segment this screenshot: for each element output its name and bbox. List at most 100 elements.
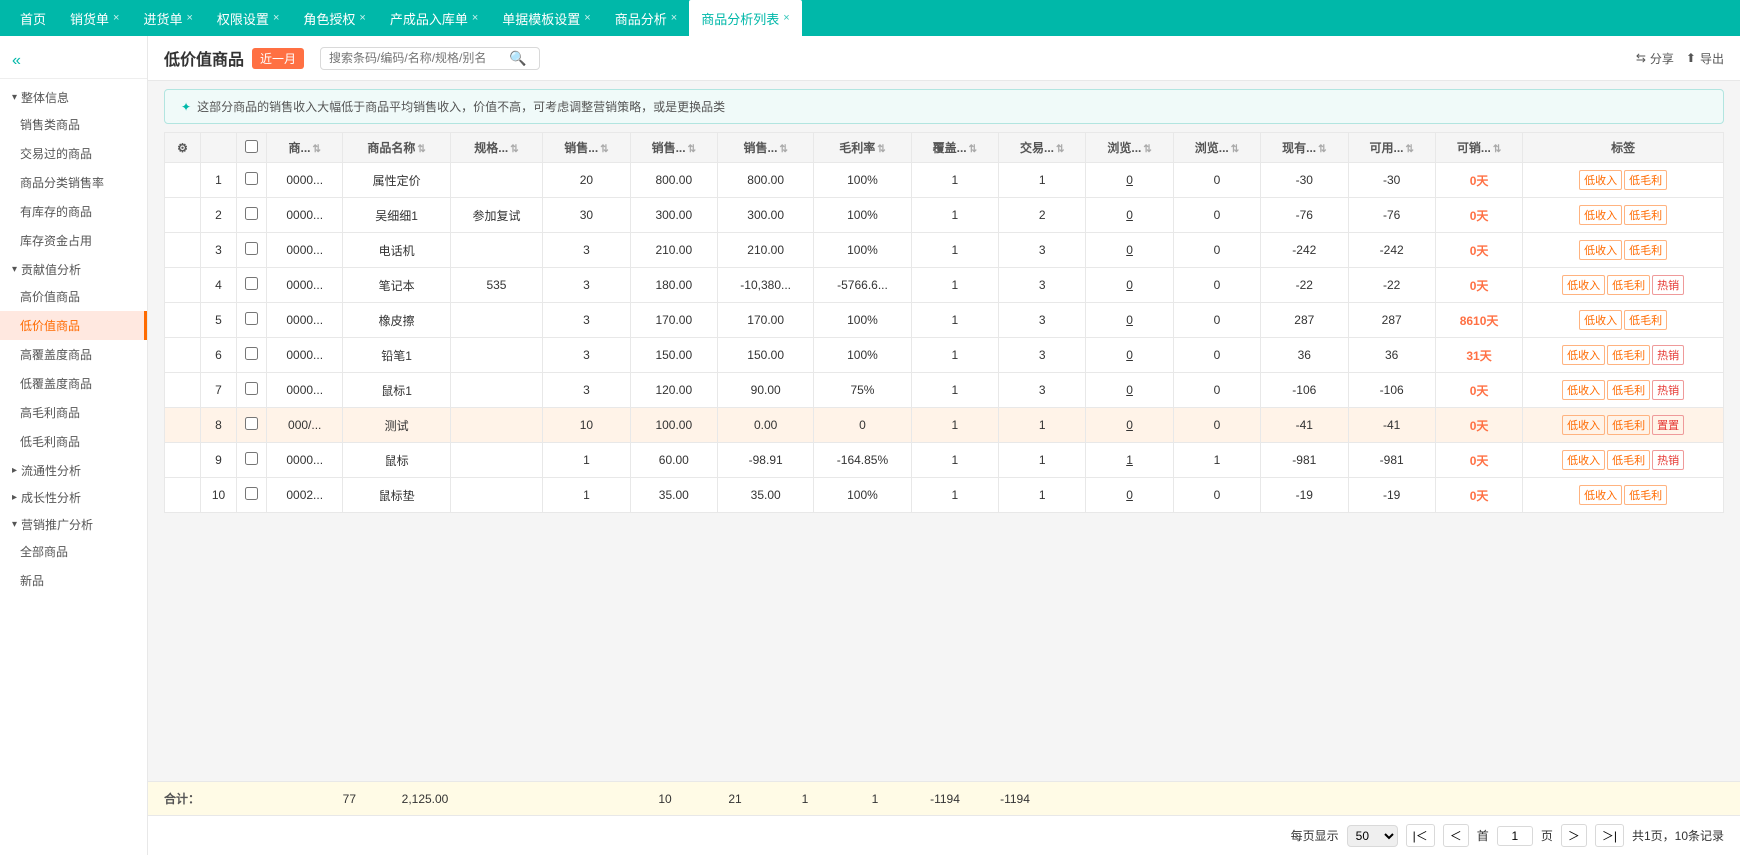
th-sales-qty[interactable]: 销售...⇅ xyxy=(543,133,630,163)
pv1-link[interactable]: 0 xyxy=(1126,278,1133,292)
sidebar-group-contribution[interactable]: ▾ 贡献值分析 xyxy=(0,255,147,282)
sort-icon-trans: ⇅ xyxy=(1056,144,1064,155)
row-checkbox[interactable] xyxy=(245,487,258,500)
row-checkbox[interactable] xyxy=(245,207,258,220)
sidebar-item-category-rate[interactable]: 商品分类销售率 xyxy=(0,168,147,197)
sidebar-group-liquidity[interactable]: ▸ 流通性分析 xyxy=(0,456,147,483)
filter-btn[interactable]: 近一月 xyxy=(252,48,304,69)
sidebar-item-all-goods[interactable]: 全部商品 xyxy=(0,537,147,566)
td-gross-rate: 100% xyxy=(814,338,911,373)
nav-analysis-list-close[interactable]: × xyxy=(783,12,789,24)
th-code[interactable]: 商...⇅ xyxy=(267,133,343,163)
nav-purchase-close[interactable]: × xyxy=(186,12,192,24)
pv1-link[interactable]: 0 xyxy=(1126,348,1133,362)
th-pv1[interactable]: 浏览...⇅ xyxy=(1086,133,1173,163)
sidebar-item-high-margin[interactable]: 高毛利商品 xyxy=(0,398,147,427)
table-row: 9 0000... 鼠标 1 60.00 -98.91 -164.85% 1 1… xyxy=(165,443,1724,478)
next-page-btn[interactable]: ＞ xyxy=(1561,824,1587,847)
nav-purchase[interactable]: 进货单× xyxy=(131,0,204,36)
nav-sales[interactable]: 销货单× xyxy=(58,0,131,36)
sidebar-item-stock-goods[interactable]: 有库存的商品 xyxy=(0,197,147,226)
settings-icon: ⚙ xyxy=(177,141,188,155)
page-number-input[interactable] xyxy=(1497,826,1533,846)
pv1-link[interactable]: 1 xyxy=(1126,453,1133,467)
nav-template[interactable]: 单据模板设置× xyxy=(490,0,602,36)
td-avail: -981 xyxy=(1348,443,1435,478)
pv1-link[interactable]: 0 xyxy=(1126,173,1133,187)
nav-perm-close[interactable]: × xyxy=(273,12,279,24)
pv1-link[interactable]: 0 xyxy=(1126,383,1133,397)
td-sales-amt: 210.00 xyxy=(630,233,717,268)
th-settings[interactable]: ⚙ xyxy=(165,133,201,163)
table-footer: 合计： 77 2,125.00 10 21 1 1 -1194 -1194 xyxy=(148,781,1740,815)
page-size-select[interactable]: 50 100 200 xyxy=(1347,825,1398,847)
select-all-checkbox[interactable] xyxy=(245,140,258,153)
nav-home[interactable]: 首页 xyxy=(8,0,58,36)
th-sales-price[interactable]: 销售...⇅ xyxy=(717,133,813,163)
share-btn[interactable]: ⇆ 分享 xyxy=(1636,50,1674,67)
row-checkbox[interactable] xyxy=(245,452,258,465)
sidebar-group-overall[interactable]: ▾ 整体信息 xyxy=(0,83,147,110)
sidebar-item-low-margin[interactable]: 低毛利商品 xyxy=(0,427,147,456)
pv1-link[interactable]: 0 xyxy=(1126,208,1133,222)
th-coverage[interactable]: 覆盖...⇅ xyxy=(911,133,998,163)
nav-role[interactable]: 角色授权× xyxy=(291,0,377,36)
search-icon[interactable]: 🔍 xyxy=(509,50,526,67)
th-pv2[interactable]: 浏览...⇅ xyxy=(1173,133,1260,163)
pv1-link[interactable]: 0 xyxy=(1126,243,1133,257)
pv1-link[interactable]: 0 xyxy=(1126,488,1133,502)
sidebar-group-growth[interactable]: ▸ 成长性分析 xyxy=(0,483,147,510)
search-input[interactable] xyxy=(329,51,509,65)
th-trans[interactable]: 交易...⇅ xyxy=(999,133,1086,163)
th-saleable[interactable]: 可销...⇅ xyxy=(1435,133,1522,163)
th-stock[interactable]: 现有...⇅ xyxy=(1261,133,1348,163)
sidebar-item-high-value[interactable]: 高价值商品 xyxy=(0,282,147,311)
th-tags: 标签 xyxy=(1523,133,1724,163)
table-row: 1 0000... 属性定价 20 800.00 800.00 100% 1 1… xyxy=(165,163,1724,198)
row-checkbox[interactable] xyxy=(245,417,258,430)
pv1-link[interactable]: 0 xyxy=(1126,418,1133,432)
last-page-btn[interactable]: ＞| xyxy=(1595,824,1624,847)
sidebar-item-capital[interactable]: 库存资金占用 xyxy=(0,226,147,255)
nav-product-close[interactable]: × xyxy=(472,12,478,24)
nav-perm[interactable]: 权限设置× xyxy=(205,0,291,36)
nav-analysis[interactable]: 商品分析× xyxy=(603,0,689,36)
th-name[interactable]: 商品名称⇅ xyxy=(343,133,450,163)
sidebar-item-new-goods[interactable]: 新品 xyxy=(0,566,147,595)
export-btn[interactable]: ⬆ 导出 xyxy=(1686,50,1724,67)
tag: 置置 xyxy=(1652,415,1684,435)
row-checkbox[interactable] xyxy=(245,242,258,255)
th-gross-rate[interactable]: 毛利率⇅ xyxy=(814,133,911,163)
th-avail[interactable]: 可用...⇅ xyxy=(1348,133,1435,163)
row-checkbox[interactable] xyxy=(245,312,258,325)
nav-sales-close[interactable]: × xyxy=(113,12,119,24)
first-page-btn[interactable]: |＜ xyxy=(1406,824,1435,847)
td-sales-price: 800.00 xyxy=(717,163,813,198)
row-checkbox[interactable] xyxy=(245,382,258,395)
footer-label: 合计： xyxy=(164,790,224,807)
nav-product[interactable]: 产成品入库单× xyxy=(378,0,490,36)
pv1-link[interactable]: 0 xyxy=(1126,313,1133,327)
nav-template-close[interactable]: × xyxy=(584,12,590,24)
sidebar-item-low-value[interactable]: 低价值商品 xyxy=(0,311,147,340)
row-checkbox[interactable] xyxy=(245,347,258,360)
sidebar-item-sales-goods[interactable]: 销售类商品 xyxy=(0,110,147,139)
sidebar-item-high-coverage[interactable]: 高覆盖度商品 xyxy=(0,340,147,369)
sidebar-collapse-btn[interactable]: « xyxy=(8,48,25,74)
prev-page-btn[interactable]: ＜ xyxy=(1443,824,1469,847)
nav-analysis-list[interactable]: 商品分析列表× xyxy=(689,0,801,36)
td-pv2: 1 xyxy=(1173,443,1260,478)
nav-role-close[interactable]: × xyxy=(359,12,365,24)
sidebar-group-marketing[interactable]: ▾ 营销推广分析 xyxy=(0,510,147,537)
sidebar-item-low-coverage[interactable]: 低覆盖度商品 xyxy=(0,369,147,398)
sidebar-item-traded[interactable]: 交易过的商品 xyxy=(0,139,147,168)
nav-analysis-close[interactable]: × xyxy=(671,12,677,24)
row-checkbox[interactable] xyxy=(245,277,258,290)
th-spec[interactable]: 规格...⇅ xyxy=(450,133,543,163)
td-settings xyxy=(165,268,201,303)
data-table: ⚙ 商...⇅ 商品名称⇅ 规格...⇅ 销售...⇅ 销售...⇅ 销售...… xyxy=(164,132,1724,513)
row-checkbox[interactable] xyxy=(245,172,258,185)
th-sales-amt[interactable]: 销售...⇅ xyxy=(630,133,717,163)
td-sales-amt: 800.00 xyxy=(630,163,717,198)
page-title: 低价值商品 xyxy=(164,46,244,70)
